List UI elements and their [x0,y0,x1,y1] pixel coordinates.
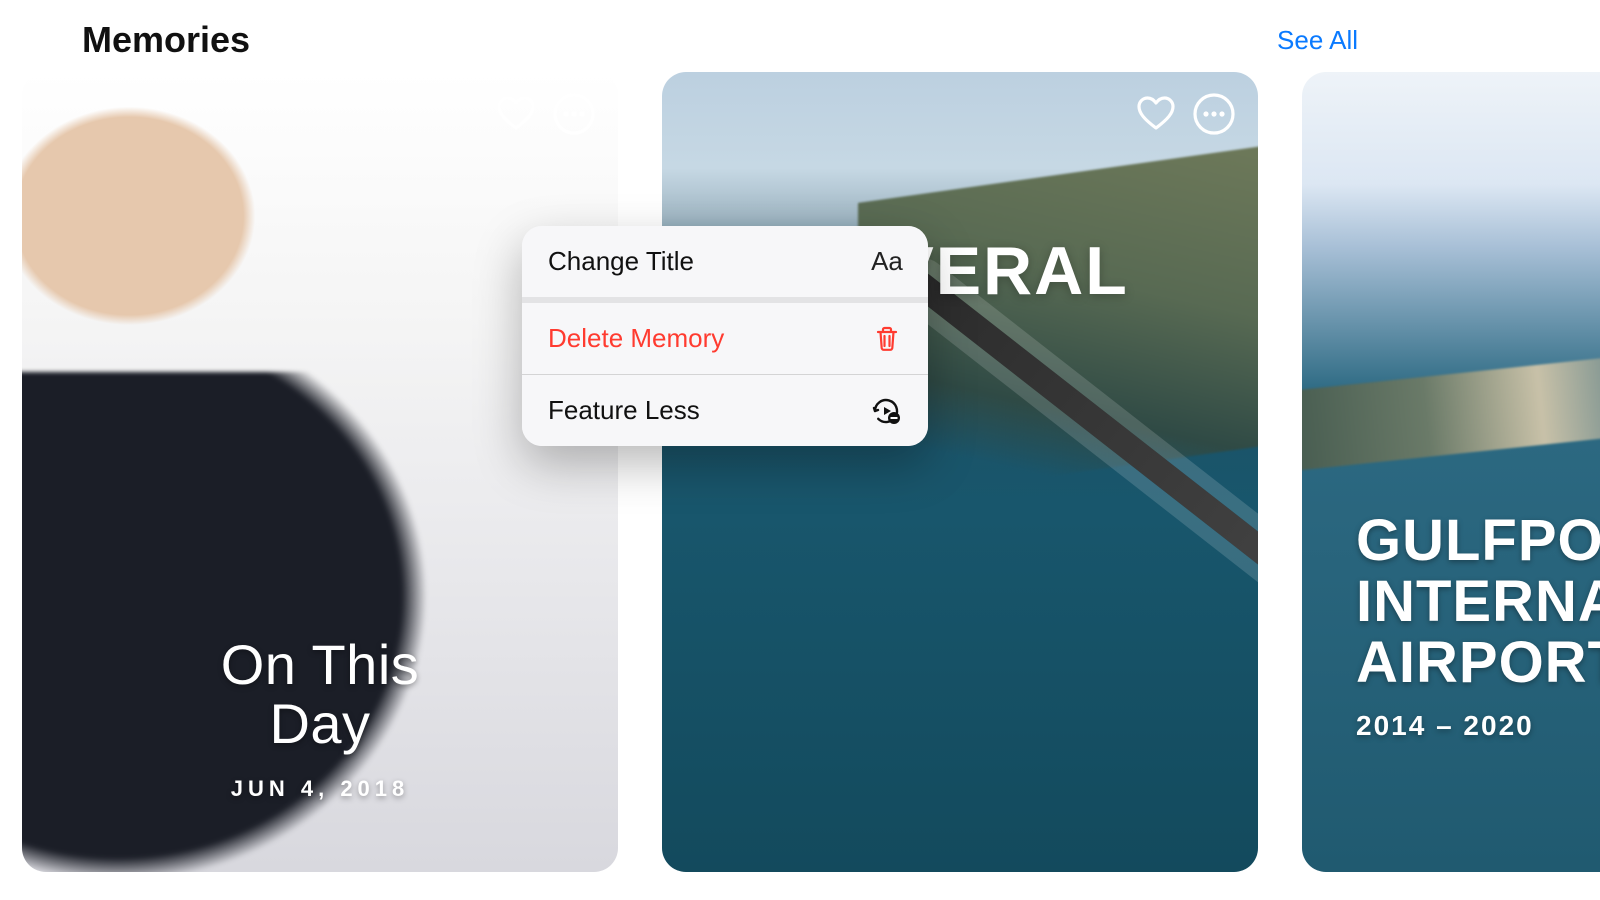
menu-item-label: Change Title [548,246,694,277]
memory-card[interactable]: On This Day JUN 4, 2018 [22,72,618,872]
menu-item-change-title[interactable]: Change Title Aa [522,226,928,303]
section-title: Memories [82,19,250,61]
memory-card[interactable]: GULFPORT INTERNAT AIRPORT 2014 – 2020 [1302,72,1600,872]
menu-item-feature-less[interactable]: Feature Less [522,375,928,446]
memory-context-menu: Change Title Aa Delete Memory Feature Le… [522,226,928,446]
menu-item-label: Feature Less [548,395,700,426]
menu-item-label: Delete Memory [548,323,724,354]
text-style-icon: Aa [872,247,902,277]
memory-subtitle: 2014 – 2020 [1356,710,1600,742]
more-icon [1192,92,1236,136]
favorite-button[interactable] [494,92,538,136]
trash-icon [872,324,902,354]
see-all-link[interactable]: See All [1277,25,1518,56]
memory-caption: On This Day JUN 4, 2018 [22,636,618,802]
memory-caption: GULFPORT INTERNAT AIRPORT 2014 – 2020 [1356,511,1600,742]
memories-carousel[interactable]: On This Day JUN 4, 2018 NAVERAL GULFPORT… [0,72,1600,872]
menu-item-delete-memory[interactable]: Delete Memory [522,303,928,375]
card-actions [494,92,596,136]
more-icon [552,92,596,136]
memory-title: On This Day [22,636,618,754]
section-header: Memories See All [0,0,1600,72]
memory-card[interactable]: NAVERAL [662,72,1258,872]
heart-icon [1134,92,1178,136]
memory-title: GULFPORT INTERNAT AIRPORT [1356,511,1600,694]
feature-less-icon [872,396,902,426]
heart-icon [494,92,538,136]
more-button[interactable] [552,92,596,136]
more-button[interactable] [1192,92,1236,136]
favorite-button[interactable] [1134,92,1178,136]
card-actions [1134,92,1236,136]
memory-subtitle: JUN 4, 2018 [22,776,618,802]
